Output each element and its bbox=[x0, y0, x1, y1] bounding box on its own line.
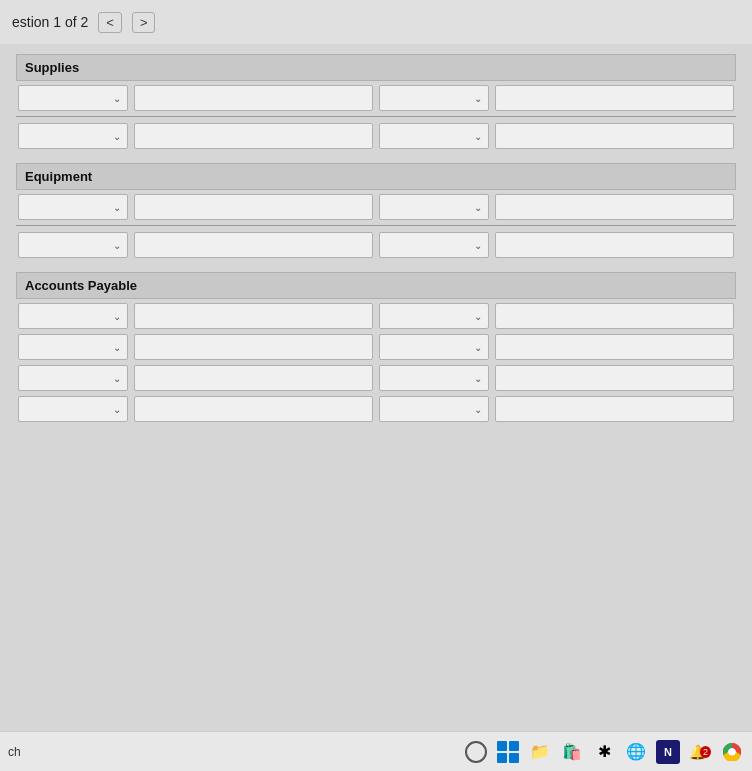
equipment-row1-left: ⌄ bbox=[18, 194, 373, 220]
folder-icon[interactable]: 📁 bbox=[528, 740, 552, 764]
chevron-down-icon: ⌄ bbox=[474, 342, 482, 353]
equipment-row2-right: ⌄ bbox=[379, 232, 734, 258]
search-icon[interactable] bbox=[464, 740, 488, 764]
ap-text-4b[interactable] bbox=[495, 396, 734, 422]
equipment-text-1b[interactable] bbox=[495, 194, 734, 220]
app-icon-blue[interactable]: N bbox=[656, 740, 680, 764]
ap-row1-left: ⌄ bbox=[18, 303, 373, 329]
chevron-down-icon: ⌄ bbox=[113, 373, 121, 384]
ap-select-2b[interactable]: ⌄ bbox=[379, 334, 489, 360]
supplies-row-2: ⌄ ⌄ bbox=[16, 123, 736, 149]
section-header-accounts-payable: Accounts Payable bbox=[16, 272, 736, 299]
chevron-down-icon: ⌄ bbox=[113, 342, 121, 353]
chrome-icon[interactable] bbox=[720, 740, 744, 764]
prev-button[interactable]: < bbox=[98, 12, 122, 33]
supplies-row2-left: ⌄ bbox=[18, 123, 373, 149]
chevron-down-icon: ⌄ bbox=[474, 240, 482, 251]
supplies-text-1b[interactable] bbox=[495, 85, 734, 111]
chevron-down-icon: ⌄ bbox=[113, 240, 121, 251]
ap-row-1: ⌄ ⌄ bbox=[16, 303, 736, 329]
ap-text-4a[interactable] bbox=[134, 396, 373, 422]
equipment-text-2b[interactable] bbox=[495, 232, 734, 258]
equipment-row-1: ⌄ ⌄ bbox=[16, 194, 736, 220]
edge-icon[interactable]: 🌐 bbox=[624, 740, 648, 764]
section-header-equipment: Equipment bbox=[16, 163, 736, 190]
equipment-select-1a[interactable]: ⌄ bbox=[18, 194, 128, 220]
dropbox-icon[interactable]: ✱ bbox=[592, 740, 616, 764]
notification-icon[interactable]: 🔔 2 bbox=[688, 740, 712, 764]
equipment-text-2a[interactable] bbox=[134, 232, 373, 258]
supplies-text-2b[interactable] bbox=[495, 123, 734, 149]
chevron-down-icon: ⌄ bbox=[474, 373, 482, 384]
chevron-down-icon: ⌄ bbox=[474, 93, 482, 104]
ap-select-1b[interactable]: ⌄ bbox=[379, 303, 489, 329]
equipment-row-2: ⌄ ⌄ bbox=[16, 232, 736, 258]
chevron-down-icon: ⌄ bbox=[474, 202, 482, 213]
ap-row2-right: ⌄ bbox=[379, 334, 734, 360]
ap-text-1b[interactable] bbox=[495, 303, 734, 329]
divider bbox=[16, 225, 736, 226]
supplies-select-2b[interactable]: ⌄ bbox=[379, 123, 489, 149]
ap-row-3: ⌄ ⌄ bbox=[16, 365, 736, 391]
supplies-select-1a[interactable]: ⌄ bbox=[18, 85, 128, 111]
ap-text-2b[interactable] bbox=[495, 334, 734, 360]
supplies-select-2a[interactable]: ⌄ bbox=[18, 123, 128, 149]
chevron-down-icon: ⌄ bbox=[474, 404, 482, 415]
top-bar: estion 1 of 2 < > bbox=[0, 0, 752, 44]
supplies-row1-right: ⌄ bbox=[379, 85, 734, 111]
chevron-down-icon: ⌄ bbox=[474, 131, 482, 142]
chevron-down-icon: ⌄ bbox=[113, 93, 121, 104]
section-equipment: Equipment ⌄ ⌄ ⌄ bbox=[16, 163, 736, 258]
ap-row4-right: ⌄ bbox=[379, 396, 734, 422]
main-content: Supplies ⌄ ⌄ ⌄ bbox=[0, 44, 752, 754]
question-label: estion 1 of 2 bbox=[12, 14, 88, 30]
section-accounts-payable: Accounts Payable ⌄ ⌄ ⌄ bbox=[16, 272, 736, 422]
ap-row3-right: ⌄ bbox=[379, 365, 734, 391]
equipment-row1-right: ⌄ bbox=[379, 194, 734, 220]
windows-icon[interactable] bbox=[496, 740, 520, 764]
ap-select-4a[interactable]: ⌄ bbox=[18, 396, 128, 422]
section-header-supplies: Supplies bbox=[16, 54, 736, 81]
ap-select-2a[interactable]: ⌄ bbox=[18, 334, 128, 360]
next-button[interactable]: > bbox=[132, 12, 156, 33]
taskbar: ch 📁 🛍️ ✱ 🌐 N 🔔 2 bbox=[0, 731, 752, 771]
ap-row4-left: ⌄ bbox=[18, 396, 373, 422]
chevron-down-icon: ⌄ bbox=[113, 131, 121, 142]
chevron-down-icon: ⌄ bbox=[113, 311, 121, 322]
ap-text-1a[interactable] bbox=[134, 303, 373, 329]
supplies-row-1: ⌄ ⌄ bbox=[16, 85, 736, 111]
ap-text-3b[interactable] bbox=[495, 365, 734, 391]
ap-select-3b[interactable]: ⌄ bbox=[379, 365, 489, 391]
equipment-select-2a[interactable]: ⌄ bbox=[18, 232, 128, 258]
ap-select-1a[interactable]: ⌄ bbox=[18, 303, 128, 329]
supplies-select-1b[interactable]: ⌄ bbox=[379, 85, 489, 111]
supplies-row2-right: ⌄ bbox=[379, 123, 734, 149]
equipment-select-1b[interactable]: ⌄ bbox=[379, 194, 489, 220]
ap-select-4b[interactable]: ⌄ bbox=[379, 396, 489, 422]
divider bbox=[16, 116, 736, 117]
ap-text-2a[interactable] bbox=[134, 334, 373, 360]
supplies-row1-left: ⌄ bbox=[18, 85, 373, 111]
ap-text-3a[interactable] bbox=[134, 365, 373, 391]
svg-point-2 bbox=[729, 749, 735, 755]
ap-row-4: ⌄ ⌄ bbox=[16, 396, 736, 422]
equipment-select-2b[interactable]: ⌄ bbox=[379, 232, 489, 258]
taskbar-label: ch bbox=[8, 745, 21, 759]
chevron-down-icon: ⌄ bbox=[113, 202, 121, 213]
store-icon[interactable]: 🛍️ bbox=[560, 740, 584, 764]
equipment-text-1a[interactable] bbox=[134, 194, 373, 220]
supplies-text-2a[interactable] bbox=[134, 123, 373, 149]
chevron-down-icon: ⌄ bbox=[113, 404, 121, 415]
section-supplies: Supplies ⌄ ⌄ ⌄ bbox=[16, 54, 736, 149]
chevron-down-icon: ⌄ bbox=[474, 311, 482, 322]
ap-row3-left: ⌄ bbox=[18, 365, 373, 391]
ap-row1-right: ⌄ bbox=[379, 303, 734, 329]
ap-row-2: ⌄ ⌄ bbox=[16, 334, 736, 360]
ap-row2-left: ⌄ bbox=[18, 334, 373, 360]
taskbar-icons: 📁 🛍️ ✱ 🌐 N 🔔 2 bbox=[464, 740, 744, 764]
equipment-row2-left: ⌄ bbox=[18, 232, 373, 258]
ap-select-3a[interactable]: ⌄ bbox=[18, 365, 128, 391]
supplies-text-1a[interactable] bbox=[134, 85, 373, 111]
